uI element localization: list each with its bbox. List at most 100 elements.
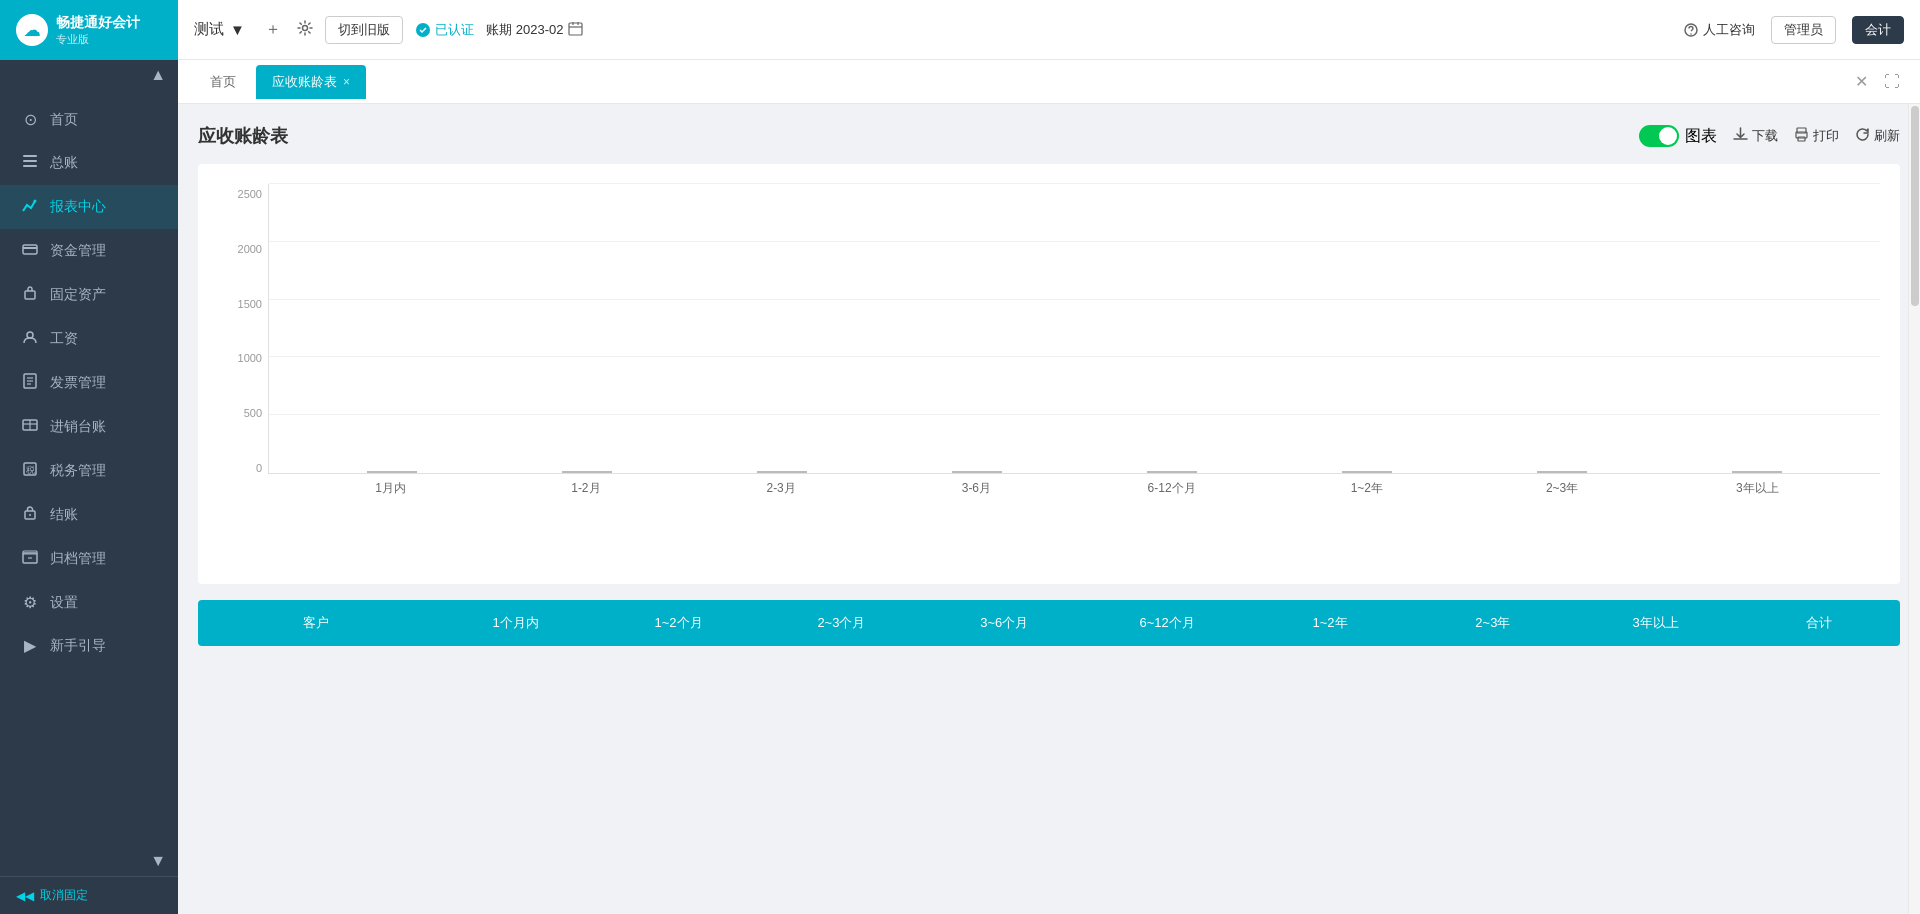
download-icon [1733, 127, 1748, 145]
bar-group-3 [689, 471, 874, 473]
scrollbar-track[interactable] [1908, 104, 1920, 914]
sidebar-item-funds[interactable]: 资金管理 [0, 229, 178, 273]
main-area: 测试 ▼ ＋ 切到旧版 已认证 账期 2023-02 人工咨询 管理 [178, 0, 1920, 914]
page-content: 应收账龄表 图表 下载 打 [178, 104, 1920, 914]
sidebar-item-payroll[interactable]: 工资 [0, 317, 178, 361]
settings-btn[interactable] [293, 16, 317, 44]
refresh-icon [1855, 127, 1870, 145]
certified-badge: 已认证 [415, 21, 474, 39]
bar-1-2y [1342, 471, 1392, 473]
tab-close-icon[interactable]: × [343, 75, 350, 89]
svg-point-29 [1690, 33, 1692, 35]
bar-chart: 0 500 1000 1500 2000 2500 [218, 184, 1880, 504]
x-label-1m: 1月内 [298, 480, 483, 504]
th-3-6m: 3~6个月 [923, 600, 1086, 646]
page-title: 应收账龄表 [198, 124, 288, 148]
th-1-2m: 1~2个月 [597, 600, 760, 646]
svg-rect-5 [23, 247, 37, 249]
page-toolbar: 图表 下载 打印 刷新 [1639, 125, 1900, 147]
sidebar-item-close[interactable]: 结账 [0, 493, 178, 537]
scrollbar-thumb[interactable] [1911, 106, 1919, 306]
svg-point-7 [27, 332, 33, 338]
bar-3y-plus [1732, 471, 1782, 473]
download-btn[interactable]: 下载 [1733, 127, 1778, 145]
bar-3-6m [952, 471, 1002, 473]
chart-toggle[interactable]: 图表 [1639, 125, 1717, 147]
close-accounts-icon [20, 505, 40, 525]
switch-version-btn[interactable]: 切到旧版 [325, 16, 403, 44]
sidebar: ☁ 畅捷通好会计 专业版 ▲ ⊙ 首页 总账 报表中心 [0, 0, 178, 914]
sidebar-item-inventory[interactable]: 进销台账 [0, 405, 178, 449]
svg-point-18 [29, 514, 31, 516]
sidebar-item-label: 新手引导 [50, 637, 106, 655]
settings-icon: ⚙ [20, 593, 40, 612]
x-label-2-3m: 2-3月 [689, 480, 874, 504]
sidebar-item-home[interactable]: ⊙ 首页 [0, 98, 178, 141]
print-btn[interactable]: 打印 [1794, 127, 1839, 145]
bar-group-6 [1275, 471, 1460, 473]
refresh-label: 刷新 [1874, 127, 1900, 145]
bar-1-2m [562, 471, 612, 473]
tab-expand-btn[interactable]: ⛶ [1880, 69, 1904, 95]
sidebar-item-tax[interactable]: 税 税务管理 [0, 449, 178, 493]
topbar-right: 人工咨询 管理员 会计 [1683, 16, 1904, 44]
accounting-btn[interactable]: 会计 [1852, 16, 1904, 44]
sidebar-item-label: 工资 [50, 330, 78, 348]
assets-icon [20, 285, 40, 305]
sidebar-item-settings[interactable]: ⚙ 设置 [0, 581, 178, 624]
svg-point-22 [302, 25, 307, 30]
y-label-2500: 2500 [218, 188, 268, 200]
sidebar-item-reports[interactable]: 报表中心 [0, 185, 178, 229]
sidebar-item-label: 进销台账 [50, 418, 106, 436]
th-1-2y: 1~2年 [1249, 600, 1412, 646]
chart-toggle-label: 图表 [1685, 126, 1717, 147]
topbar: 测试 ▼ ＋ 切到旧版 已认证 账期 2023-02 人工咨询 管理 [178, 0, 1920, 60]
sidebar-item-invoice[interactable]: 发票管理 [0, 361, 178, 405]
tab-close-btn[interactable]: ✕ [1851, 68, 1872, 95]
svg-rect-0 [23, 155, 37, 157]
sidebar-scroll-down[interactable]: ▼ [146, 848, 170, 874]
certified-label: 已认证 [435, 21, 474, 39]
svg-rect-6 [25, 291, 35, 299]
consulting-btn[interactable]: 人工咨询 [1683, 21, 1755, 39]
th-customer: 客户 [198, 600, 434, 646]
sidebar-nav: ⊙ 首页 总账 报表中心 资金管理 固定资产 [0, 90, 178, 846]
period-display: 账期 2023-02 [486, 21, 583, 39]
table-header: 客户 1个月内 1~2个月 2~3个月 3~6个月 6~12个月 1~2年 2~… [198, 600, 1900, 646]
sidebar-logo: ☁ 畅捷通好会计 专业版 [0, 0, 178, 60]
user-btn[interactable]: 管理员 [1771, 16, 1836, 44]
y-label-2000: 2000 [218, 243, 268, 255]
sidebar-scroll-up[interactable]: ▲ [146, 62, 170, 88]
th-3y-plus: 3年以上 [1574, 600, 1737, 646]
svg-rect-24 [569, 23, 582, 35]
toggle-track[interactable] [1639, 125, 1679, 147]
sidebar-item-label: 首页 [50, 111, 78, 129]
sidebar-item-label: 设置 [50, 594, 78, 612]
bar-6-12m [1147, 471, 1197, 473]
sidebar-item-label: 资金管理 [50, 242, 106, 260]
sidebar-item-guide[interactable]: ▶ 新手引导 [0, 624, 178, 667]
sidebar-item-archive[interactable]: 归档管理 [0, 537, 178, 581]
topbar-actions: ＋ 切到旧版 [261, 15, 403, 44]
sidebar-item-assets[interactable]: 固定资产 [0, 273, 178, 317]
calendar-icon[interactable] [568, 21, 583, 39]
x-label-6-12m: 6-12个月 [1079, 480, 1264, 504]
tab-home[interactable]: 首页 [194, 65, 252, 99]
company-name: 测试 [194, 20, 224, 39]
tab-receivables[interactable]: 应收账龄表 × [256, 65, 366, 99]
sidebar-item-ledger[interactable]: 总账 [0, 141, 178, 185]
sidebar-item-label: 税务管理 [50, 462, 106, 480]
refresh-btn[interactable]: 刷新 [1855, 127, 1900, 145]
add-btn[interactable]: ＋ [261, 15, 285, 44]
invoice-icon [20, 373, 40, 393]
sidebar-unpin-btn[interactable]: ◀◀ 取消固定 [0, 876, 178, 914]
company-dropdown-icon: ▼ [230, 21, 245, 38]
x-label-2-3y: 2~3年 [1470, 480, 1655, 504]
svg-rect-4 [23, 245, 37, 254]
company-selector[interactable]: 测试 ▼ [194, 20, 245, 39]
chart-section: 0 500 1000 1500 2000 2500 [198, 164, 1900, 584]
x-label-3y-plus: 3年以上 [1665, 480, 1850, 504]
svg-rect-1 [23, 160, 37, 162]
bar-group-1 [299, 471, 484, 473]
th-1m: 1个月内 [434, 600, 597, 646]
